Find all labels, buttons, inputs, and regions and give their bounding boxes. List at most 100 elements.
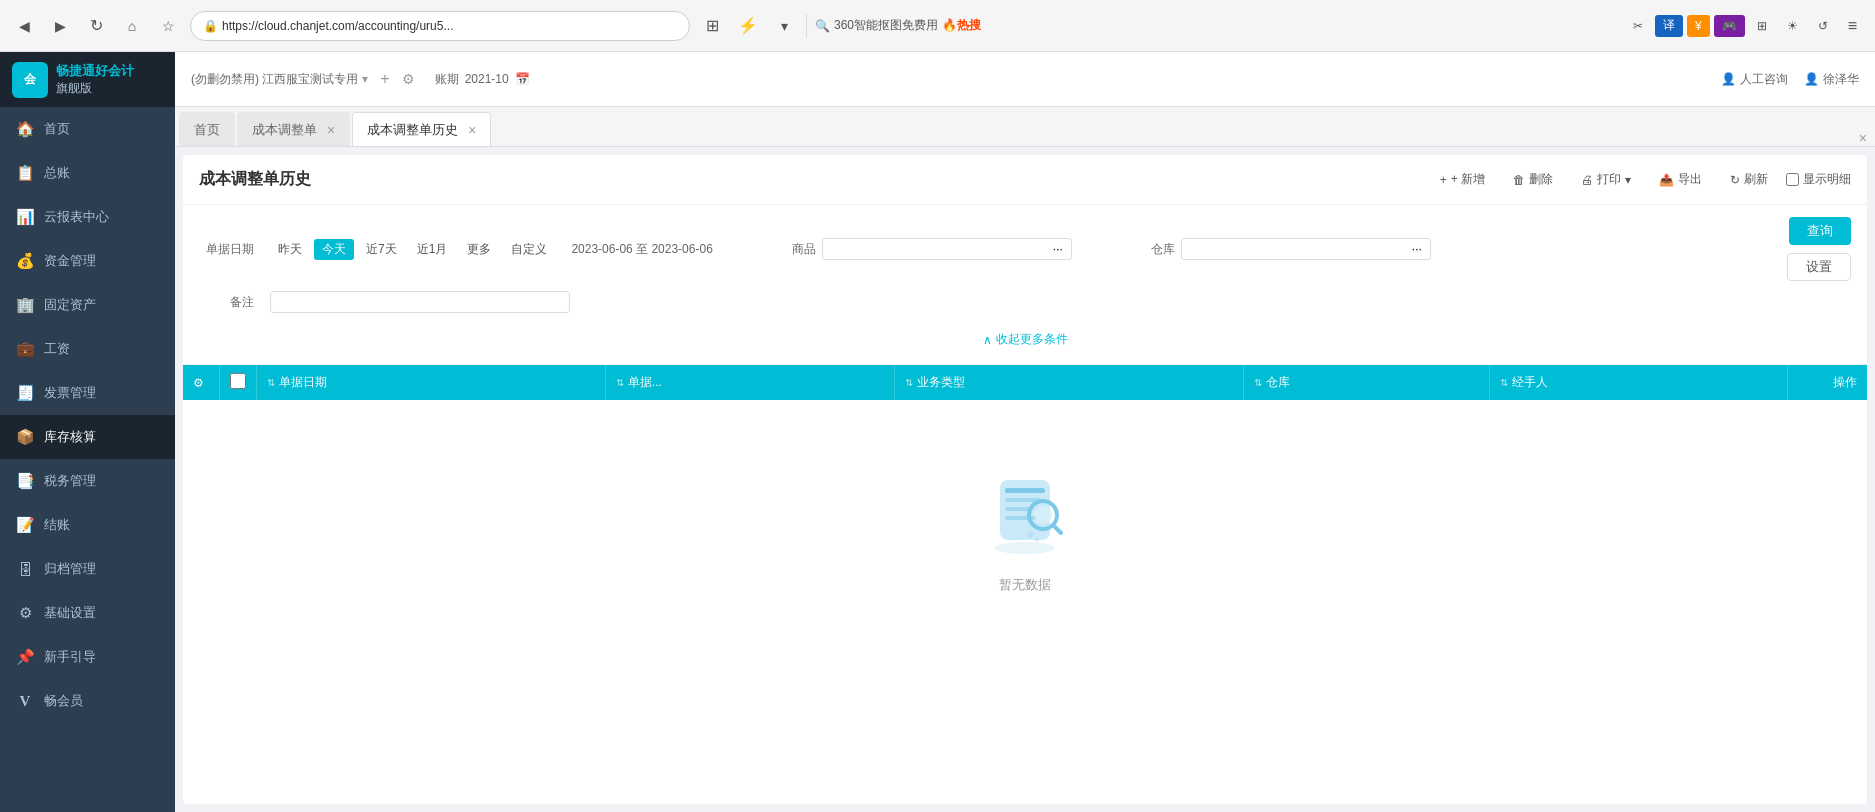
- sidebar-item-member[interactable]: V 畅会员: [0, 679, 175, 723]
- company-settings-button[interactable]: ⚙: [402, 71, 415, 87]
- sidebar-item-general-ledger[interactable]: 📋 总账: [0, 151, 175, 195]
- sidebar-item-fixed-assets[interactable]: 🏢 固定资产: [0, 283, 175, 327]
- export-button[interactable]: 📤 导出: [1649, 167, 1712, 192]
- export-label: 导出: [1678, 171, 1702, 188]
- svg-line-8: [1053, 525, 1061, 533]
- star-button[interactable]: ☆: [154, 12, 182, 40]
- tab-cost-adjust-history-label: 成本调整单历史: [367, 121, 458, 139]
- sort-biztype-icon[interactable]: ⇅: [905, 377, 913, 388]
- browser-chrome: ◀ ▶ ↻ ⌂ ☆ 🔒 https://cloud.chanjet.com/ac…: [0, 0, 1875, 52]
- add-button[interactable]: + + 新增: [1430, 167, 1495, 192]
- custom-btn[interactable]: 自定义: [503, 239, 555, 260]
- topbar-right: 👤 人工咨询 👤 徐泽华: [1721, 71, 1859, 88]
- add-icon: +: [1440, 173, 1447, 187]
- back-button[interactable]: ◀: [10, 12, 38, 40]
- chevron-down-icon: ▾: [362, 72, 368, 86]
- filter-row-remark: 备注: [199, 291, 1851, 313]
- company-selector[interactable]: (勿删勿禁用) 江西服宝测试专用 ▾: [191, 71, 368, 88]
- close-tab-history-icon[interactable]: ×: [468, 122, 476, 138]
- page-title: 成本调整单历史: [199, 169, 311, 190]
- guide-icon: 📌: [16, 648, 34, 666]
- svg-rect-5: [1005, 516, 1037, 520]
- sidebar-item-tax[interactable]: 📑 税务管理: [0, 459, 175, 503]
- month-btn[interactable]: 近1月: [409, 239, 456, 260]
- search-tool[interactable]: 🔍 360智能抠图免费用 🔥热搜: [815, 17, 981, 34]
- delete-button[interactable]: 🗑 删除: [1503, 167, 1563, 192]
- invoice-icon: 🧾: [16, 384, 34, 402]
- tab-home-label: 首页: [194, 121, 220, 139]
- tab-cost-adjust-history[interactable]: 成本调整单历史 ×: [352, 112, 491, 146]
- dropdown-button[interactable]: ▾: [770, 12, 798, 40]
- logo-text: 畅捷通好会计 旗舰版: [56, 62, 134, 97]
- today-btn[interactable]: 今天: [314, 239, 354, 260]
- grid-button[interactable]: ⊞: [1749, 15, 1775, 37]
- refresh-button[interactable]: ↻ 刷新: [1720, 167, 1778, 192]
- tab-cost-adjust[interactable]: 成本调整单 ×: [237, 112, 350, 146]
- translate-button[interactable]: 译: [1655, 15, 1683, 37]
- sidebar-item-settings[interactable]: ⚙ 基础设置: [0, 591, 175, 635]
- settings-query-button[interactable]: 设置: [1787, 253, 1851, 281]
- sort-warehouse-icon[interactable]: ⇅: [1254, 377, 1262, 388]
- sidebar-item-home[interactable]: 🏠 首页: [0, 107, 175, 151]
- sort-operator-icon[interactable]: ⇅: [1500, 377, 1508, 388]
- sidebar-item-closing[interactable]: 📝 结账: [0, 503, 175, 547]
- filter-area: 单据日期 昨天 今天 近7天 近1月 更多 自定义 2023-06-06 至 2…: [183, 205, 1867, 365]
- home-button[interactable]: ⌂: [118, 12, 146, 40]
- close-all-icon[interactable]: ×: [1859, 130, 1867, 146]
- wallet-button[interactable]: ¥: [1687, 15, 1710, 37]
- biztype-column-label: 业务类型: [917, 374, 965, 391]
- game-button[interactable]: 🎮: [1714, 15, 1745, 37]
- inventory-icon: 📦: [16, 428, 34, 446]
- sort-asc-icon[interactable]: ⇅: [267, 377, 275, 388]
- refresh-icon: ↻: [1730, 173, 1740, 187]
- scissors-button[interactable]: ✂: [1625, 15, 1651, 37]
- select-all-checkbox[interactable]: [230, 373, 246, 389]
- extensions-button[interactable]: ⊞: [698, 12, 726, 40]
- tab-home[interactable]: 首页: [179, 112, 235, 146]
- sidebar-item-finance[interactable]: 💰 资金管理: [0, 239, 175, 283]
- warehouse-label: 仓库: [1120, 241, 1175, 258]
- add-company-button[interactable]: +: [380, 70, 389, 88]
- forward-button[interactable]: ▶: [46, 12, 74, 40]
- menu-button[interactable]: ≡: [1840, 15, 1865, 37]
- collapse-icon: ∧: [983, 333, 992, 347]
- sidebar-item-label: 云报表中心: [44, 208, 109, 226]
- empty-text: 暂无数据: [999, 576, 1051, 594]
- sidebar-item-invoice[interactable]: 🧾 发票管理: [0, 371, 175, 415]
- sidebar-item-guide[interactable]: 📌 新手引导: [0, 635, 175, 679]
- tab-close-all[interactable]: ×: [1859, 130, 1875, 146]
- date-quick-buttons: 昨天 今天 近7天 近1月 更多 自定义: [270, 239, 555, 260]
- gear-column-header[interactable]: ⚙: [183, 365, 219, 400]
- print-button[interactable]: 🖨 打印 ▾: [1571, 167, 1641, 192]
- user-icon: 👤: [1804, 72, 1819, 86]
- fast-button[interactable]: ⚡: [734, 12, 762, 40]
- display-toggle-checkbox[interactable]: [1786, 173, 1799, 186]
- sidebar-item-inventory[interactable]: 📦 库存核算: [0, 415, 175, 459]
- close-tab-cost-adjust-icon[interactable]: ×: [327, 122, 335, 138]
- data-table: ⚙ ⇅ 单据日期: [183, 365, 1867, 400]
- yesterday-btn[interactable]: 昨天: [270, 239, 310, 260]
- warehouse-column-label: 仓库: [1266, 374, 1290, 391]
- sidebar-item-salary[interactable]: 💼 工资: [0, 327, 175, 371]
- sidebar-item-archive[interactable]: 🗄 归档管理: [0, 547, 175, 591]
- sun-button[interactable]: ☀: [1779, 15, 1806, 37]
- consult-button[interactable]: 👤 人工咨询: [1721, 71, 1788, 88]
- table-gear-icon[interactable]: ⚙: [193, 376, 204, 390]
- query-button[interactable]: 查询: [1789, 217, 1851, 245]
- display-toggle[interactable]: 显示明细: [1786, 171, 1851, 188]
- goods-filter: 商品 ···: [761, 238, 1072, 260]
- sort-docno-icon[interactable]: ⇅: [616, 377, 624, 388]
- refresh-button[interactable]: ↻: [82, 12, 110, 40]
- warehouse-select[interactable]: ···: [1181, 238, 1431, 260]
- remark-input[interactable]: [270, 291, 570, 313]
- user-menu[interactable]: 👤 徐泽华: [1804, 71, 1859, 88]
- address-bar[interactable]: 🔒 https://cloud.chanjet.com/accounting/u…: [190, 11, 690, 41]
- empty-illustration: [975, 460, 1075, 560]
- undo-button[interactable]: ↺: [1810, 15, 1836, 37]
- more-btn[interactable]: 更多: [459, 239, 499, 260]
- collapse-button[interactable]: ∧ 收起更多条件: [983, 331, 1068, 348]
- goods-select[interactable]: ···: [822, 238, 1072, 260]
- delete-icon: 🗑: [1513, 173, 1525, 187]
- week-btn[interactable]: 近7天: [358, 239, 405, 260]
- sidebar-item-reports[interactable]: 📊 云报表中心: [0, 195, 175, 239]
